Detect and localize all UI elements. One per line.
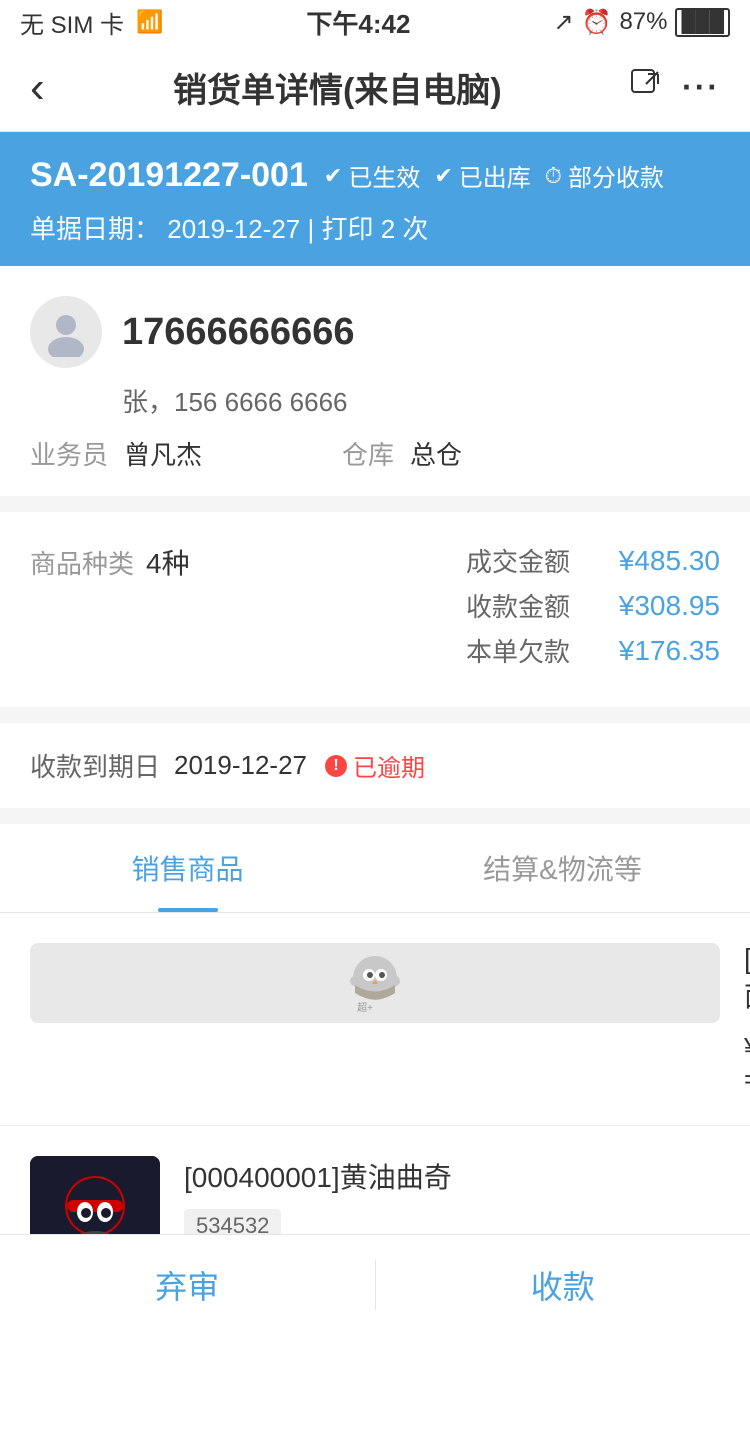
customer-section: 17666666666 张，156 6666 6666 业务员 曾凡杰 仓库 总…: [0, 266, 750, 496]
status-time: 下午4:42: [306, 4, 410, 41]
sales-person-value: 曾凡杰: [124, 435, 202, 472]
nav-bar: ‹ 销货单详情(来自电脑) ···: [0, 44, 750, 132]
check-icon-1: ✔: [324, 163, 342, 189]
warehouse-label: 仓库: [342, 435, 394, 472]
products-list: 超+ [0000002]面包 ¥40 x 5 袋 = ¥199.99: [0, 913, 750, 1433]
status-right: ↗ ⏰ 87% ███: [553, 8, 730, 37]
alarm-icon: ⏰: [582, 8, 612, 37]
confirm-label: 收款: [531, 1262, 595, 1308]
back-button[interactable]: ‹: [30, 63, 45, 113]
summary-left: 商品种类 4种: [30, 542, 190, 582]
debt-label: 本单欠款: [466, 632, 570, 669]
nav-left: ‹: [30, 63, 45, 113]
tabs-section: 销售商品 结算&物流等: [0, 824, 750, 913]
sales-person-label: 业务员: [30, 435, 108, 472]
customer-name-phone: 张，156 6666 6666: [122, 382, 720, 419]
product-item: 超+ [0000002]面包 ¥40 x 5 袋 = ¥199.99: [0, 913, 750, 1126]
banner-top: SA-20191227-001 ✔ 已生效 ✔ 已出库 ⏱ 部分收款: [30, 156, 720, 195]
confirm-button[interactable]: 收款: [376, 1235, 750, 1334]
due-date-section: 收款到期日 2019-12-27 ! 已逾期: [0, 723, 750, 808]
wifi-icon: 📶: [136, 9, 163, 35]
cancel-label: 弃审: [155, 1262, 219, 1308]
status-badges: ✔ 已生效 ✔ 已出库 ⏱ 部分收款: [324, 158, 664, 193]
overdue-badge: ! 已逾期: [325, 748, 425, 783]
due-date-value: 2019-12-27: [174, 750, 307, 781]
product-name-cookie: [000400001]黄油曲奇: [184, 1156, 720, 1196]
customer-meta: 业务员 曾凡杰 仓库 总仓: [30, 435, 720, 472]
status-shipped: ✔ 已出库: [434, 158, 530, 193]
received-row: 收款金额 ¥308.95: [466, 587, 720, 624]
location-icon: ↗: [553, 8, 573, 37]
svg-text:超+: 超+: [357, 1001, 373, 1014]
received-label: 收款金额: [466, 587, 570, 624]
product-info-bread: [0000002]面包 ¥40 x 5 袋 = ¥199.99: [744, 943, 750, 1095]
order-header-banner: SA-20191227-001 ✔ 已生效 ✔ 已出库 ⏱ 部分收款 单据日期：…: [0, 132, 750, 266]
product-image-bread: 超+: [30, 943, 720, 1023]
status-left: 无 SIM 卡 📶: [20, 5, 163, 40]
check-icon-2: ✔: [434, 163, 452, 189]
kinds-label: 商品种类: [30, 544, 134, 581]
share-button[interactable]: [630, 68, 662, 107]
tabs-bar: 销售商品 结算&物流等: [0, 824, 750, 913]
clock-icon: ⏱: [545, 163, 562, 189]
banner-date: 单据日期： 2019-12-27 | 打印 2 次: [30, 209, 720, 246]
summary-section: 商品种类 4种 成交金额 ¥485.30 收款金额 ¥308.95 本单欠款 ¥…: [0, 512, 750, 707]
more-button[interactable]: ···: [682, 69, 720, 106]
transaction-row: 成交金额 ¥485.30: [466, 542, 720, 579]
warehouse-value: 总仓: [410, 435, 462, 472]
order-id: SA-20191227-001: [30, 156, 308, 195]
debt-row: 本单欠款 ¥176.35: [466, 632, 720, 669]
transaction-label: 成交金额: [466, 542, 570, 579]
overdue-icon: !: [325, 755, 347, 777]
battery-icon: ███: [675, 8, 730, 37]
received-value: ¥308.95: [590, 590, 720, 622]
product-price-bread: ¥40 x 5 袋 = ¥199.99: [744, 1027, 750, 1095]
customer-id: 17666666666: [122, 311, 354, 354]
due-date-label: 收款到期日: [30, 747, 160, 784]
product-name-bread: [0000002]面包: [744, 943, 750, 1015]
cancel-button[interactable]: 弃审: [0, 1235, 375, 1334]
nav-right: ···: [630, 68, 720, 107]
debt-value: ¥176.35: [590, 635, 720, 667]
tab-settlement[interactable]: 结算&物流等: [375, 824, 750, 912]
kinds-value: 4种: [146, 542, 190, 582]
tab-sales-products[interactable]: 销售商品: [0, 824, 375, 912]
warehouse-meta: 仓库 总仓: [342, 435, 462, 472]
status-bar: 无 SIM 卡 📶 下午4:42 ↗ ⏰ 87% ███: [0, 0, 750, 44]
battery-text: 87%: [619, 8, 667, 36]
summary-right: 成交金额 ¥485.30 收款金额 ¥308.95 本单欠款 ¥176.35: [466, 542, 720, 677]
overdue-text: 已逾期: [353, 748, 425, 783]
avatar: [30, 296, 102, 368]
carrier-text: 无 SIM 卡: [20, 5, 124, 40]
page-title: 销货单详情(来自电脑): [173, 63, 502, 112]
transaction-value: ¥485.30: [590, 545, 720, 577]
status-effective: ✔ 已生效: [324, 158, 420, 193]
customer-top: 17666666666: [30, 296, 720, 368]
status-partial-payment: ⏱ 部分收款: [545, 158, 664, 193]
sales-person-meta: 业务员 曾凡杰: [30, 435, 202, 472]
bottom-bar: 弃审 收款: [0, 1234, 750, 1334]
product-kinds: 商品种类 4种: [30, 542, 190, 582]
